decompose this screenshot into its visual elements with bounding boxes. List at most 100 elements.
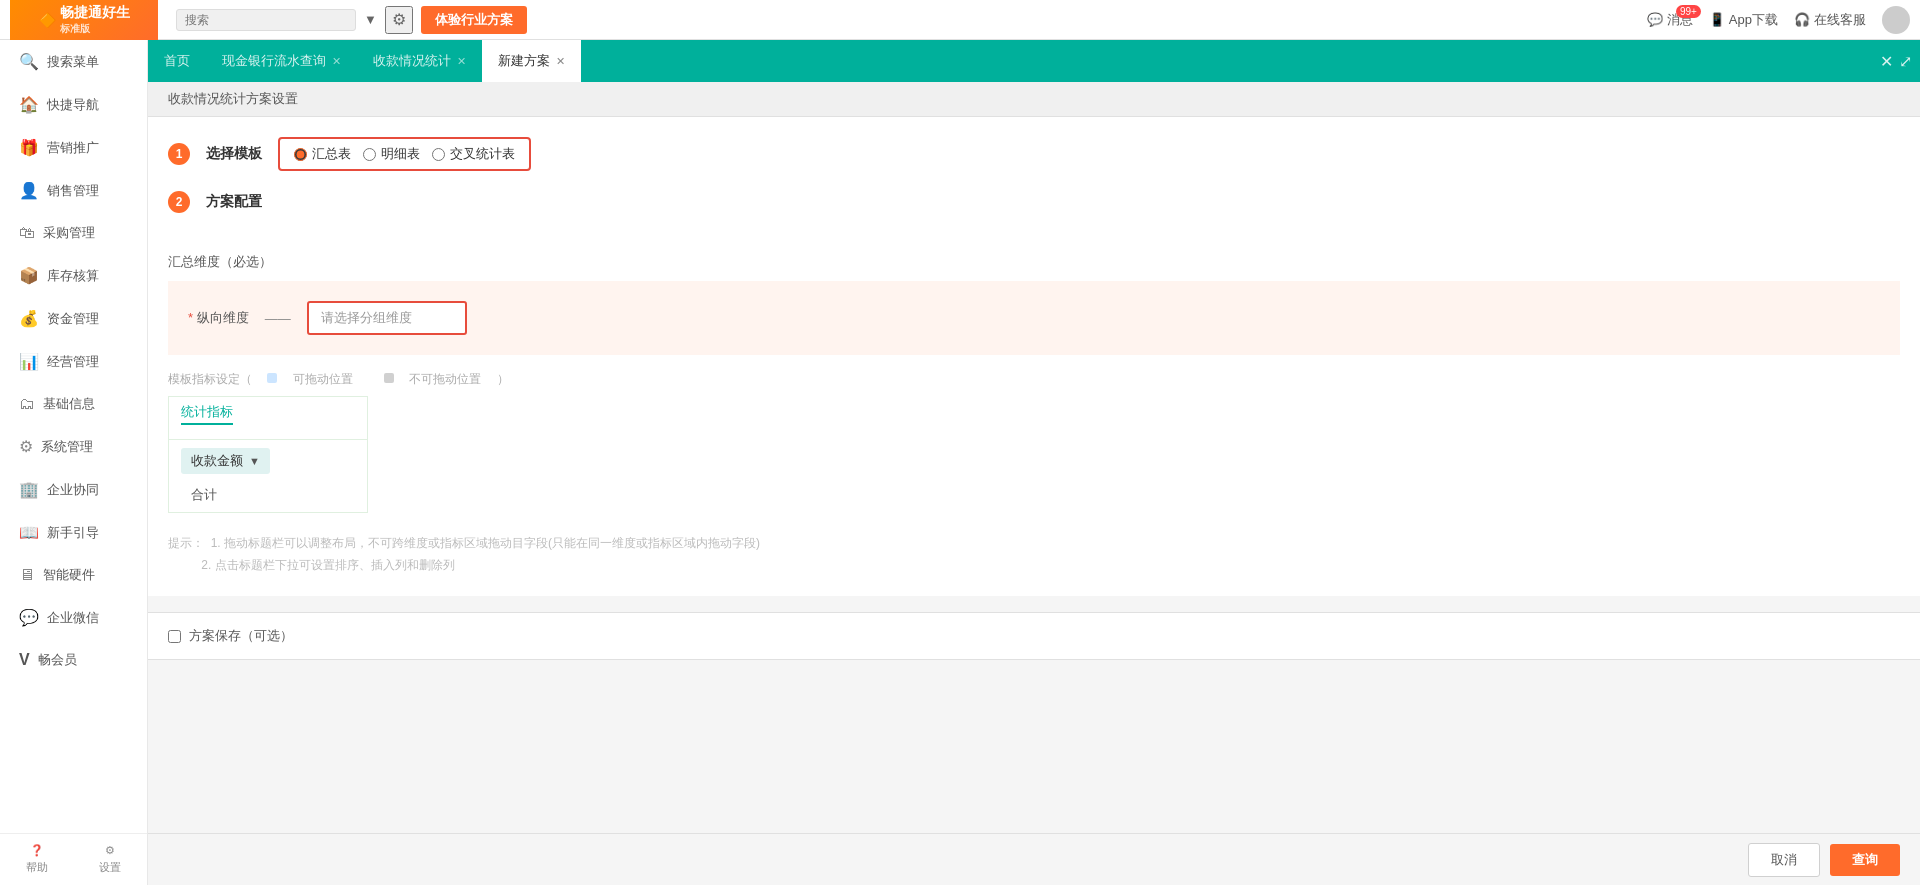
dimension-arrow: ——	[265, 311, 291, 326]
collection-amount-tag[interactable]: 收款金额 ▼	[181, 448, 270, 474]
tab-new-plan[interactable]: 新建方案 ✕	[482, 40, 581, 82]
radio-summary[interactable]: 汇总表	[294, 145, 351, 163]
tab-home-label: 首页	[164, 52, 190, 70]
sidebar-item-collab[interactable]: 🏢 企业协同	[0, 468, 147, 511]
sidebar-settings-btn[interactable]: ⚙ 设置	[99, 844, 121, 875]
chart-icon: 📊	[19, 352, 39, 371]
tab-bank-flow-close[interactable]: ✕	[332, 55, 341, 68]
monitor-icon: 🖥	[19, 566, 35, 584]
sidebar-item-marketing[interactable]: 🎁 营销推广	[0, 126, 147, 169]
sidebar-item-member[interactable]: V 畅会员	[0, 639, 147, 681]
sidebar-item-system[interactable]: ⚙ 系统管理	[0, 425, 147, 468]
radio-summary-input[interactable]	[294, 148, 307, 161]
dropdown-icon[interactable]: ▼	[364, 12, 377, 27]
brand-logo: 🔶 畅捷通好生 标准版	[10, 0, 158, 40]
stat-indicator-box: 统计指标 收款金额 ▼ 合计	[168, 396, 368, 513]
tab-new-plan-close[interactable]: ✕	[556, 55, 565, 68]
sidebar-item-label: 智能硬件	[43, 566, 95, 584]
gift-icon: 🎁	[19, 138, 39, 157]
service-label: 在线客服	[1814, 11, 1866, 29]
tab-close-all-btn[interactable]: ✕	[1880, 52, 1893, 71]
gear-button[interactable]: ⚙	[385, 6, 413, 34]
step2-label: 方案配置	[206, 193, 262, 211]
search-menu-icon: 🔍	[19, 52, 39, 71]
download-btn[interactable]: 📱 App下载	[1709, 11, 1778, 29]
service-icon: 🎧	[1794, 12, 1810, 27]
tab-bank-flow[interactable]: 现金银行流水查询 ✕	[206, 40, 357, 82]
main-layout: 🔍 搜索菜单 🏠 快捷导航 🎁 营销推广 👤 销售管理 🛍 采购管理 📦 库存核…	[0, 40, 1920, 885]
radio-detail-label: 明细表	[381, 145, 420, 163]
chat-icon: 💬	[19, 608, 39, 627]
search-input[interactable]	[176, 9, 356, 31]
tab-collection-stat-close[interactable]: ✕	[457, 55, 466, 68]
sidebar-item-label: 库存核算	[47, 267, 99, 285]
bag-icon: 🛍	[19, 224, 35, 242]
step2-row: 2 方案配置	[168, 191, 1900, 213]
radio-cross[interactable]: 交叉统计表	[432, 145, 515, 163]
help-label: 帮助	[26, 860, 48, 875]
tab-expand-btn[interactable]: ⤢	[1899, 52, 1912, 71]
sidebar-item-sales[interactable]: 👤 销售管理	[0, 169, 147, 212]
brand-name: 畅捷通好生	[60, 4, 130, 22]
sidebar-item-basic-info[interactable]: 🗂 基础信息	[0, 383, 147, 425]
sidebar-item-label: 基础信息	[43, 395, 95, 413]
tab-collection-stat-label: 收款情况统计	[373, 52, 451, 70]
save-section: 方案保存（可选）	[148, 612, 1920, 660]
main-content: 收款情况统计方案设置 1 选择模板 汇总表 明细表	[148, 82, 1920, 833]
sidebar-help-btn[interactable]: ❓ 帮助	[26, 844, 48, 875]
home-icon: 🏠	[19, 95, 39, 114]
tab-bar: 首页 现金银行流水查询 ✕ 收款情况统计 ✕ 新建方案 ✕ ✕ ⤢	[148, 40, 1920, 82]
sidebar-item-wechat[interactable]: 💬 企业微信	[0, 596, 147, 639]
sidebar-item-smart-hw[interactable]: 🖥 智能硬件	[0, 554, 147, 596]
required-star: *	[188, 310, 193, 325]
settings-label: 设置	[99, 860, 121, 875]
user-avatar[interactable]	[1882, 6, 1910, 34]
sidebar-item-label: 销售管理	[47, 182, 99, 200]
save-checkbox[interactable]	[168, 630, 181, 643]
sidebar-item-guide[interactable]: 📖 新手引导	[0, 511, 147, 554]
settings-icon: ⚙	[105, 844, 115, 857]
dimension-required-label: * 纵向维度	[188, 309, 249, 327]
header-right: 💬 消息 99+ 📱 App下载 🎧 在线客服	[1647, 6, 1910, 34]
sidebar-item-quick-nav[interactable]: 🏠 快捷导航	[0, 83, 147, 126]
download-icon: 📱	[1709, 12, 1725, 27]
dimension-select-btn[interactable]: 请选择分组维度	[307, 301, 467, 335]
save-checkbox-label[interactable]: 方案保存（可选）	[189, 627, 293, 645]
tab-collection-stat[interactable]: 收款情况统计 ✕	[357, 40, 482, 82]
tab-bar-right: ✕ ⤢	[1880, 52, 1920, 71]
sidebar: 🔍 搜索菜单 🏠 快捷导航 🎁 营销推广 👤 销售管理 🛍 采购管理 📦 库存核…	[0, 40, 148, 885]
sidebar-item-label: 资金管理	[47, 310, 99, 328]
sidebar-item-label: 快捷导航	[47, 96, 99, 114]
immovable-label: 不可拖动位置	[409, 372, 481, 386]
tab-new-plan-label: 新建方案	[498, 52, 550, 70]
template-select-box: 汇总表 明细表 交叉统计表	[278, 137, 531, 171]
notification-btn[interactable]: 💬 消息 99+	[1647, 11, 1693, 29]
download-label: App下载	[1729, 11, 1778, 29]
form-section: 1 选择模板 汇总表 明细表 交叉统计表	[148, 117, 1920, 253]
dimension-select-placeholder: 请选择分组维度	[321, 310, 412, 325]
sidebar-item-search-menu[interactable]: 🔍 搜索菜单	[0, 40, 147, 83]
tab-home[interactable]: 首页	[148, 40, 206, 82]
sidebar-item-operations[interactable]: 📊 经营管理	[0, 340, 147, 383]
brand-sub: 标准版	[60, 22, 130, 36]
trial-button[interactable]: 体验行业方案	[421, 6, 527, 34]
radio-detail-input[interactable]	[363, 148, 376, 161]
cancel-button[interactable]: 取消	[1748, 843, 1820, 877]
stat-indicator-label: 统计指标	[181, 403, 233, 425]
service-btn[interactable]: 🎧 在线客服	[1794, 11, 1866, 29]
immovable-dot	[384, 373, 394, 383]
sidebar-item-label: 采购管理	[43, 224, 95, 242]
tag-dropdown-icon: ▼	[249, 455, 260, 467]
brand-icon: 🔶	[39, 12, 56, 28]
tips-section: 提示： 1. 拖动标题栏可以调整布局，不可跨维度或指标区域拖动目字段(只能在同一…	[168, 533, 1900, 576]
query-button[interactable]: 查询	[1830, 844, 1900, 876]
tip-2: 2. 点击标题栏下拉可设置排序、插入列和删除列	[168, 555, 1900, 577]
sidebar-item-inventory[interactable]: 📦 库存核算	[0, 254, 147, 297]
sidebar-item-purchase[interactable]: 🛍 采购管理	[0, 212, 147, 254]
content-area: 首页 现金银行流水查询 ✕ 收款情况统计 ✕ 新建方案 ✕ ✕ ⤢	[148, 40, 1920, 885]
radio-detail[interactable]: 明细表	[363, 145, 420, 163]
sidebar-item-finance[interactable]: 💰 资金管理	[0, 297, 147, 340]
radio-cross-input[interactable]	[432, 148, 445, 161]
collection-amount-label: 收款金额	[191, 452, 243, 470]
step2-badge: 2	[168, 191, 190, 213]
